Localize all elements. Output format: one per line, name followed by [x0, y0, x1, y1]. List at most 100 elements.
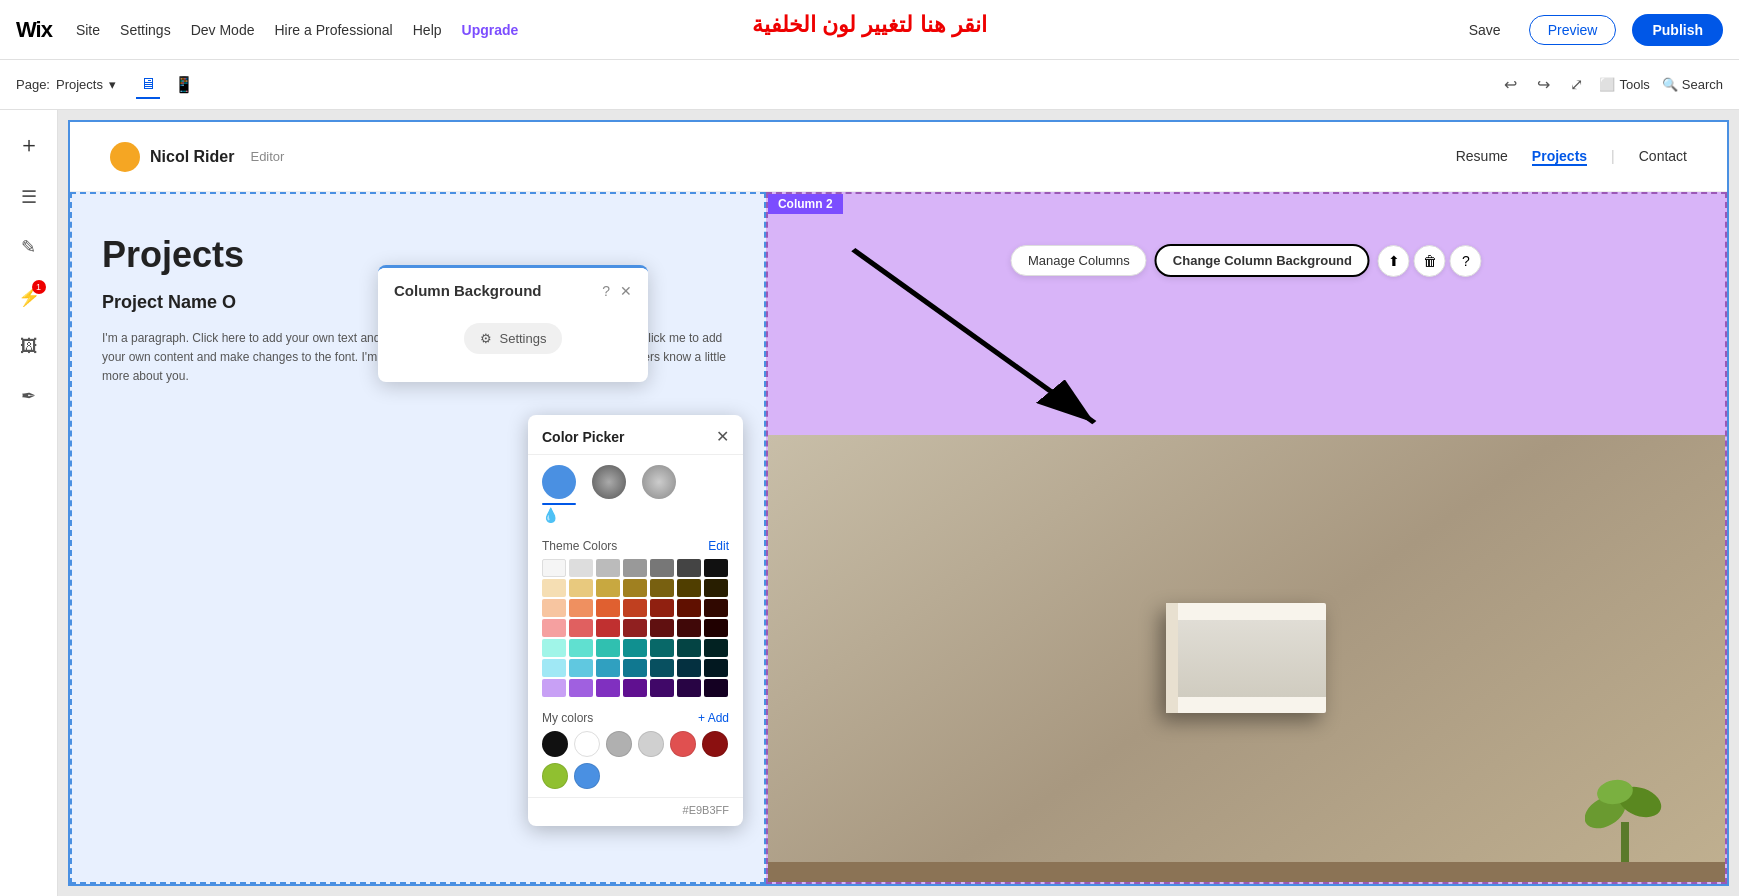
- add-element-button[interactable]: ＋: [10, 122, 48, 168]
- fullscreen-button[interactable]: ⤢: [1566, 71, 1587, 98]
- swatch[interactable]: [623, 639, 647, 657]
- swatch[interactable]: [596, 599, 620, 617]
- swatch[interactable]: [569, 639, 593, 657]
- my-color-dark-red[interactable]: [702, 731, 728, 757]
- swatch[interactable]: [650, 639, 674, 657]
- swatch[interactable]: [569, 579, 593, 597]
- swatch[interactable]: [677, 639, 701, 657]
- my-color-red[interactable]: [670, 731, 696, 757]
- swatch[interactable]: [650, 619, 674, 637]
- swatch[interactable]: [650, 559, 674, 577]
- move-up-icon[interactable]: ⬆: [1378, 245, 1410, 277]
- nav-hire[interactable]: Hire a Professional: [274, 22, 392, 38]
- sidebar-icon-apps[interactable]: ⚡ 1: [8, 276, 50, 318]
- save-button[interactable]: Save: [1457, 16, 1513, 44]
- nav-upgrade[interactable]: Upgrade: [462, 22, 519, 38]
- swatch[interactable]: [650, 679, 674, 697]
- desktop-icon[interactable]: 🖥: [136, 71, 160, 99]
- logo-circle: [110, 142, 140, 172]
- swatch[interactable]: [650, 599, 674, 617]
- swatch[interactable]: [677, 659, 701, 677]
- cp-title: Color Picker: [542, 429, 624, 445]
- close-panel-icon[interactable]: ✕: [620, 283, 632, 299]
- swatch[interactable]: [704, 579, 728, 597]
- swatch[interactable]: [596, 619, 620, 637]
- sidebar-icon-design[interactable]: ✎: [11, 226, 46, 268]
- swatch[interactable]: [623, 579, 647, 597]
- sidebar-icon-pages[interactable]: ☰: [11, 176, 47, 218]
- swatch[interactable]: [542, 639, 566, 657]
- nav-site[interactable]: Site: [76, 22, 100, 38]
- swatch[interactable]: [623, 659, 647, 677]
- swatch[interactable]: [542, 659, 566, 677]
- swatch[interactable]: [542, 679, 566, 697]
- gradient2-tab[interactable]: [642, 465, 676, 499]
- delete-icon[interactable]: 🗑: [1414, 245, 1446, 277]
- gradient1-tab[interactable]: [592, 465, 626, 499]
- settings-button[interactable]: ⚙ Settings: [464, 323, 563, 354]
- nav-projects[interactable]: Projects: [1532, 148, 1587, 166]
- publish-button[interactable]: Publish: [1632, 14, 1723, 46]
- swatch[interactable]: [596, 559, 620, 577]
- swatch[interactable]: [623, 679, 647, 697]
- swatch[interactable]: [677, 679, 701, 697]
- swatch[interactable]: [569, 619, 593, 637]
- manage-columns-button[interactable]: Manage Columns: [1011, 245, 1147, 276]
- swatch[interactable]: [542, 559, 566, 577]
- nav-contact[interactable]: Contact: [1639, 148, 1687, 166]
- swatch[interactable]: [650, 579, 674, 597]
- swatch[interactable]: [623, 619, 647, 637]
- search-button[interactable]: 🔍 Search: [1662, 77, 1723, 92]
- swatch[interactable]: [677, 599, 701, 617]
- my-color-black[interactable]: [542, 731, 568, 757]
- nav-help[interactable]: Help: [413, 22, 442, 38]
- swatch[interactable]: [542, 599, 566, 617]
- nav-resume[interactable]: Resume: [1456, 148, 1508, 166]
- my-color-gray2[interactable]: [638, 731, 664, 757]
- page-selector[interactable]: Page: Projects ▾: [16, 77, 116, 92]
- my-color-green[interactable]: [542, 763, 568, 789]
- swatch[interactable]: [596, 679, 620, 697]
- nav-dev-mode[interactable]: Dev Mode: [191, 22, 255, 38]
- my-color-white[interactable]: [574, 731, 600, 757]
- swatch[interactable]: [650, 659, 674, 677]
- redo-button[interactable]: ↪: [1533, 71, 1554, 98]
- swatch[interactable]: [596, 659, 620, 677]
- swatch[interactable]: [623, 599, 647, 617]
- swatch[interactable]: [569, 599, 593, 617]
- preview-button[interactable]: Preview: [1529, 15, 1617, 45]
- swatch[interactable]: [542, 619, 566, 637]
- swatch[interactable]: [704, 639, 728, 657]
- swatch[interactable]: [677, 579, 701, 597]
- help-icon[interactable]: ?: [1450, 245, 1482, 277]
- my-color-gray1[interactable]: [606, 731, 632, 757]
- swatch[interactable]: [704, 559, 728, 577]
- my-color-blue[interactable]: [574, 763, 600, 789]
- swatch[interactable]: [704, 659, 728, 677]
- nav-settings[interactable]: Settings: [120, 22, 171, 38]
- swatch[interactable]: [596, 579, 620, 597]
- swatch[interactable]: [677, 619, 701, 637]
- sidebar-icon-blog[interactable]: ✒: [11, 375, 46, 417]
- swatch[interactable]: [569, 659, 593, 677]
- swatch[interactable]: [596, 639, 620, 657]
- edit-theme-colors-link[interactable]: Edit: [708, 539, 729, 553]
- change-column-background-button[interactable]: Change Column Background: [1155, 244, 1370, 277]
- swatch[interactable]: [704, 679, 728, 697]
- mobile-icon[interactable]: 📱: [170, 71, 198, 99]
- swatch[interactable]: [677, 559, 701, 577]
- undo-button[interactable]: ↩: [1500, 71, 1521, 98]
- swatch[interactable]: [704, 599, 728, 617]
- column-2[interactable]: Column 2 Manage Columns Change Column Ba…: [766, 192, 1727, 884]
- sidebar-icon-media[interactable]: 🖼: [10, 326, 48, 367]
- swatch[interactable]: [569, 559, 593, 577]
- cp-close-icon[interactable]: ✕: [716, 427, 729, 446]
- swatch[interactable]: [542, 579, 566, 597]
- add-color-link[interactable]: + Add: [698, 711, 729, 725]
- tools-button[interactable]: ⬜ Tools: [1599, 77, 1649, 92]
- swatch[interactable]: [623, 559, 647, 577]
- swatch[interactable]: [704, 619, 728, 637]
- swatch[interactable]: [569, 679, 593, 697]
- help-panel-icon[interactable]: ?: [602, 283, 610, 299]
- solid-color-tab[interactable]: [542, 465, 576, 499]
